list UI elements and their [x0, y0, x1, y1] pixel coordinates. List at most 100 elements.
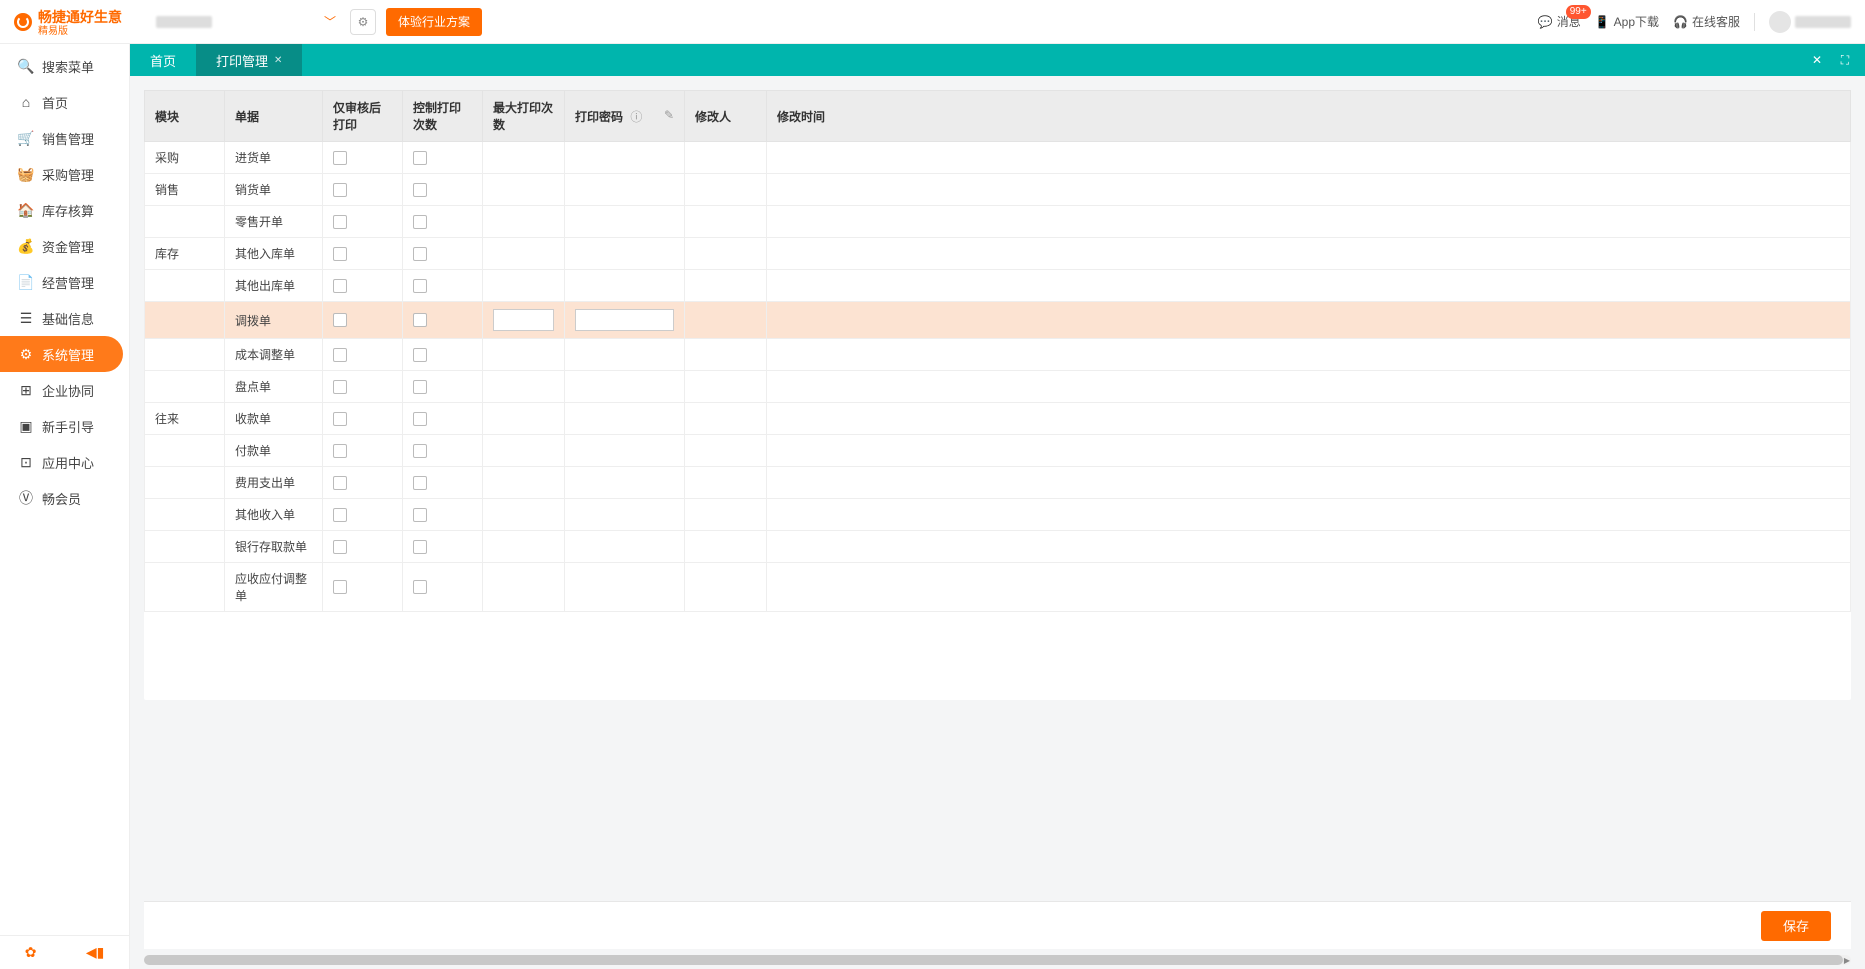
- cell-modifier: [685, 563, 767, 612]
- collapse-icon[interactable]: ◀▮: [86, 944, 104, 961]
- sidebar-item-label: 企业协同: [42, 381, 94, 400]
- control-count-checkbox[interactable]: [413, 444, 427, 458]
- table-row[interactable]: 采购进货单: [145, 142, 1851, 174]
- table-row[interactable]: 成本调整单: [145, 339, 1851, 371]
- cell-module: [145, 206, 225, 238]
- max-print-input[interactable]: [493, 309, 554, 331]
- sidebar-item-purchase[interactable]: 🧺采购管理: [0, 156, 129, 192]
- tab-打印管理[interactable]: 打印管理✕: [196, 44, 302, 76]
- print-password-input[interactable]: [575, 309, 674, 331]
- audit-only-checkbox[interactable]: [333, 580, 347, 594]
- table-row[interactable]: 其他出库单: [145, 270, 1851, 302]
- table-row[interactable]: 零售开单: [145, 206, 1851, 238]
- sidebar-item-sales[interactable]: 🛒销售管理: [0, 120, 129, 156]
- table-row[interactable]: 往来收款单: [145, 403, 1851, 435]
- audit-only-checkbox[interactable]: [333, 215, 347, 229]
- cell-chk1: [323, 270, 403, 302]
- control-count-checkbox[interactable]: [413, 476, 427, 490]
- support-button[interactable]: 🎧 在线客服: [1673, 13, 1740, 30]
- audit-only-checkbox[interactable]: [333, 476, 347, 490]
- edit-icon[interactable]: ✎: [664, 108, 674, 122]
- scroll-right-icon[interactable]: ▶: [1843, 955, 1851, 965]
- tab-首页[interactable]: 首页: [130, 44, 196, 76]
- cell-pwd: [565, 339, 685, 371]
- table-row[interactable]: 付款单: [145, 435, 1851, 467]
- biz-icon: 📄: [18, 274, 34, 290]
- sidebar-item-coop[interactable]: ⊞企业协同: [0, 372, 129, 408]
- table-row[interactable]: 费用支出单: [145, 467, 1851, 499]
- tab-close-all-icon[interactable]: ✕: [1807, 50, 1827, 70]
- table-row[interactable]: 银行存取款单: [145, 531, 1851, 563]
- cell-modifier: [685, 403, 767, 435]
- audit-only-checkbox[interactable]: [333, 444, 347, 458]
- scrollbar-thumb[interactable]: [144, 955, 1843, 965]
- cell-module: [145, 371, 225, 403]
- sidebar-item-home[interactable]: ⌂首页: [0, 84, 129, 120]
- cell-max: [483, 174, 565, 206]
- cell-chk2: [403, 339, 483, 371]
- cell-pwd: [565, 403, 685, 435]
- control-count-checkbox[interactable]: [413, 313, 427, 327]
- chat-icon: 💬: [1538, 15, 1553, 29]
- messages-button[interactable]: 💬 消息 99+: [1538, 13, 1581, 30]
- sidebar-item-apps[interactable]: ⊡应用中心: [0, 444, 129, 480]
- control-count-checkbox[interactable]: [413, 380, 427, 394]
- control-count-checkbox[interactable]: [413, 540, 427, 554]
- sidebar-item-guide[interactable]: ▣新手引导: [0, 408, 129, 444]
- control-count-checkbox[interactable]: [413, 215, 427, 229]
- fullscreen-icon[interactable]: ⛶: [1835, 50, 1855, 70]
- control-count-checkbox[interactable]: [413, 183, 427, 197]
- apps-icon: ⊡: [18, 454, 34, 470]
- org-settings-button[interactable]: ⚙: [350, 9, 376, 35]
- org-selector[interactable]: ﹀: [148, 9, 344, 35]
- audit-only-checkbox[interactable]: [333, 313, 347, 327]
- control-count-checkbox[interactable]: [413, 151, 427, 165]
- control-count-checkbox[interactable]: [413, 508, 427, 522]
- close-icon[interactable]: ✕: [274, 55, 282, 66]
- control-count-checkbox[interactable]: [413, 580, 427, 594]
- cell-max: [483, 563, 565, 612]
- help-icon[interactable]: ⓘ: [630, 110, 642, 124]
- table-row[interactable]: 库存其他入库单: [145, 238, 1851, 270]
- control-count-checkbox[interactable]: [413, 348, 427, 362]
- audit-only-checkbox[interactable]: [333, 247, 347, 261]
- sidebar-item-member[interactable]: Ⓥ畅会员: [0, 480, 129, 516]
- cell-chk2: [403, 467, 483, 499]
- user-menu[interactable]: [1769, 11, 1851, 33]
- cell-module: 往来: [145, 403, 225, 435]
- sidebar-item-funds[interactable]: 💰资金管理: [0, 228, 129, 264]
- audit-only-checkbox[interactable]: [333, 380, 347, 394]
- cell-modtime: [767, 563, 1851, 612]
- col-header-1: 单据: [225, 91, 323, 142]
- app-download-button[interactable]: 📱 App下载: [1595, 13, 1659, 30]
- cell-chk1: [323, 339, 403, 371]
- table-row[interactable]: 应收应付调整单: [145, 563, 1851, 612]
- save-button[interactable]: 保存: [1761, 911, 1831, 941]
- control-count-checkbox[interactable]: [413, 412, 427, 426]
- sidebar-item-biz[interactable]: 📄经营管理: [0, 264, 129, 300]
- inventory-icon: 🏠: [18, 202, 34, 218]
- sidebar-item-system[interactable]: ⚙系统管理: [0, 336, 123, 372]
- audit-only-checkbox[interactable]: [333, 540, 347, 554]
- horizontal-scrollbar[interactable]: ▶: [144, 955, 1851, 965]
- table-row[interactable]: 销售销货单: [145, 174, 1851, 206]
- audit-only-checkbox[interactable]: [333, 412, 347, 426]
- table-row[interactable]: 其他收入单: [145, 499, 1851, 531]
- table-row[interactable]: 盘点单: [145, 371, 1851, 403]
- control-count-checkbox[interactable]: [413, 247, 427, 261]
- audit-only-checkbox[interactable]: [333, 279, 347, 293]
- audit-only-checkbox[interactable]: [333, 183, 347, 197]
- cell-module: [145, 563, 225, 612]
- control-count-checkbox[interactable]: [413, 279, 427, 293]
- audit-only-checkbox[interactable]: [333, 508, 347, 522]
- table-row[interactable]: 调拨单: [145, 302, 1851, 339]
- sidebar-item-basic[interactable]: ☰基础信息: [0, 300, 129, 336]
- basic-icon: ☰: [18, 310, 34, 326]
- industry-plan-button[interactable]: 体验行业方案: [386, 8, 482, 36]
- settings-icon[interactable]: ✿: [25, 944, 37, 961]
- audit-only-checkbox[interactable]: [333, 348, 347, 362]
- sidebar-item-search-menu[interactable]: 🔍搜索菜单: [0, 48, 129, 84]
- sidebar-item-inventory[interactable]: 🏠库存核算: [0, 192, 129, 228]
- audit-only-checkbox[interactable]: [333, 151, 347, 165]
- system-icon: ⚙: [18, 346, 34, 362]
